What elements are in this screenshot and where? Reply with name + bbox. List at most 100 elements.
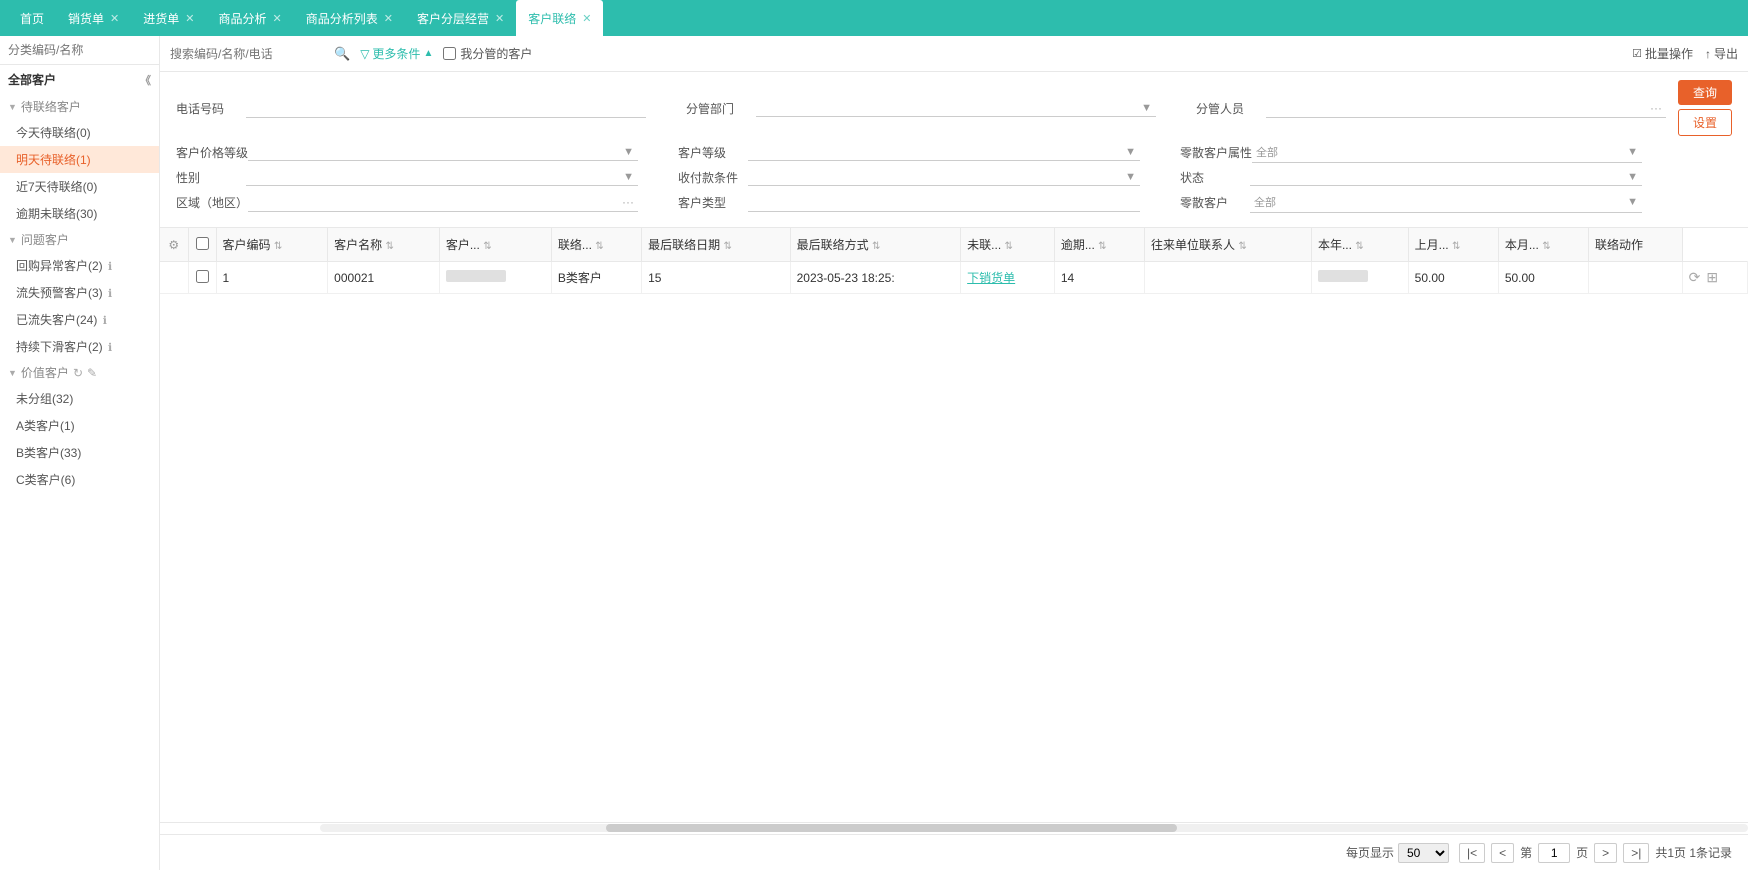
nav-customer-contact[interactable]: 客户联络 ✕ — [516, 0, 603, 36]
manager-input[interactable] — [1270, 101, 1646, 115]
status-select[interactable]: ▼ — [1250, 169, 1642, 186]
sidebar-item-declining[interactable]: 持续下滑客户(2) ℹ — [0, 333, 159, 360]
retail-customer-select[interactable]: 全部 ▼ — [1250, 192, 1642, 213]
chevron-down-icon: ▼ — [1627, 171, 1638, 183]
sidebar-item-today-contact[interactable]: 今天待联络(0) — [0, 119, 159, 146]
sort-icon[interactable]: ⇅ — [872, 241, 880, 252]
filter-cell-price-level: 客户价格等级 ▼ — [176, 144, 638, 161]
sidebar-item-a-class[interactable]: A类客户(1) — [0, 412, 159, 439]
phone-input[interactable] — [250, 101, 642, 115]
sidebar-item-ungrouped[interactable]: 未分组(32) — [0, 385, 159, 412]
gear-column-header[interactable]: ⚙ — [160, 228, 188, 262]
first-page-btn[interactable]: |< — [1459, 843, 1485, 863]
phone-label: 电话号码 — [176, 100, 246, 117]
row-checkbox[interactable] — [196, 270, 209, 283]
last-page-btn[interactable]: >| — [1623, 843, 1649, 863]
more-dots-icon[interactable]: ··· — [622, 195, 634, 209]
cell-last-month: 50.00 — [1498, 262, 1588, 294]
retail-attr-select[interactable]: 全部 ▼ — [1252, 142, 1642, 163]
settings-button[interactable]: 设置 — [1678, 109, 1732, 136]
col-customer-type: 客户... ⇅ — [439, 228, 551, 262]
main-layout: 🔍 全部客户 《 待联络客户 今天待联络(0) 明天待联络(1) 近7天待联络(… — [0, 36, 1748, 870]
cell-last-method: 下销货单 — [961, 262, 1055, 294]
row-checkbox-cell — [188, 262, 216, 294]
sort-icon[interactable]: ⇅ — [1452, 241, 1460, 252]
close-icon[interactable]: ✕ — [185, 12, 194, 25]
sidebar-item-tomorrow-contact[interactable]: 明天待联络(1) — [0, 146, 159, 173]
last-method-link[interactable]: 下销货单 — [967, 271, 1015, 285]
filter-cell-retail-customer: 零散客户 全部 ▼ — [1180, 192, 1642, 213]
sort-icon[interactable]: ⇅ — [483, 241, 491, 252]
table-footer: 每页显示 50 20 100 |< < 第 页 > >| 共1页 1条记录 — [160, 834, 1748, 870]
sidebar-item-b-class[interactable]: B类客户(33) — [0, 439, 159, 466]
sidebar-item-7days-contact[interactable]: 近7天待联络(0) — [0, 173, 159, 200]
sort-icon[interactable]: ⇅ — [1098, 241, 1106, 252]
customer-type-input[interactable] — [752, 195, 1136, 209]
search-input[interactable] — [170, 47, 330, 61]
nav-product-analysis[interactable]: 商品分析 ✕ — [206, 0, 293, 36]
checkbox-column-header[interactable] — [188, 228, 216, 262]
region-input[interactable] — [252, 195, 618, 209]
sidebar-item-churned[interactable]: 已流失客户(24) ℹ — [0, 306, 159, 333]
more-dots-icon[interactable]: ··· — [1650, 101, 1662, 115]
gender-select[interactable]: ▼ — [246, 169, 638, 186]
chevron-down-icon: ▼ — [623, 171, 634, 183]
cell-this-year: 50.00 — [1408, 262, 1498, 294]
nav-product-analysis-list[interactable]: 商品分析列表 ✕ — [294, 0, 405, 36]
close-icon[interactable]: ✕ — [273, 12, 282, 25]
horizontal-scroll — [160, 822, 1748, 834]
more-conditions-btn[interactable]: ▽ 更多条件 ▲ — [360, 45, 433, 62]
contact-action-icon[interactable]: ⟳ — [1689, 269, 1701, 286]
next-page-btn[interactable]: > — [1594, 843, 1617, 863]
info-icon: ℹ — [108, 288, 112, 300]
region-label: 区域（地区） — [176, 194, 248, 211]
nav-purchase-order[interactable]: 进货单 ✕ — [131, 0, 206, 36]
dept-select[interactable]: ▼ — [756, 100, 1156, 117]
sort-icon[interactable]: ⇅ — [274, 241, 282, 252]
chevron-down-icon: ▼ — [623, 146, 634, 158]
select-all-checkbox[interactable] — [196, 237, 209, 250]
search-icon[interactable]: 🔍 — [334, 46, 350, 62]
close-icon[interactable]: ✕ — [495, 12, 504, 25]
nav-sales-order[interactable]: 销货单 ✕ — [56, 0, 131, 36]
all-customers-label: 全部客户 — [8, 71, 56, 88]
sort-icon[interactable]: ⇅ — [723, 241, 731, 252]
payment-select[interactable]: ▼ — [748, 169, 1140, 186]
close-icon[interactable]: ✕ — [110, 12, 119, 25]
sort-icon[interactable]: ⇅ — [595, 241, 603, 252]
prev-page-btn[interactable]: < — [1491, 843, 1514, 863]
sort-icon[interactable]: ⇅ — [386, 241, 394, 252]
scroll-thumb[interactable] — [606, 824, 1177, 832]
price-level-select[interactable]: ▼ — [248, 144, 638, 161]
my-customers-checkbox[interactable] — [443, 47, 456, 60]
refresh-icon[interactable]: ↻ — [73, 366, 83, 380]
edit-icon[interactable]: ✎ — [87, 366, 97, 380]
more-action-icon[interactable]: ⊞ — [1706, 269, 1718, 286]
all-customers-header[interactable]: 全部客户 《 — [0, 65, 159, 94]
collapse-icon: 《 — [140, 72, 151, 88]
close-icon[interactable]: ✕ — [582, 12, 591, 25]
close-icon[interactable]: ✕ — [384, 12, 393, 25]
page-size-select[interactable]: 50 20 100 — [1398, 843, 1449, 863]
sidebar-item-repurchase-anomaly[interactable]: 回购异常客户(2) ℹ — [0, 252, 159, 279]
sidebar-item-churn-warning[interactable]: 流失预警客户(3) ℹ — [0, 279, 159, 306]
export-btn[interactable]: ↑ 导出 — [1705, 45, 1738, 62]
my-customers-filter: 我分管的客户 — [443, 45, 532, 62]
col-unlinking: 未联... ⇅ — [961, 228, 1055, 262]
page-input[interactable] — [1538, 843, 1570, 863]
sidebar-item-overdue-contact[interactable]: 逾期未联络(30) — [0, 200, 159, 227]
sidebar-item-c-class[interactable]: C类客户(6) — [0, 466, 159, 493]
sort-icon[interactable]: ⇅ — [1355, 241, 1363, 252]
bulk-ops-btn[interactable]: ☑ 批量操作 — [1632, 45, 1693, 62]
sort-icon[interactable]: ⇅ — [1542, 241, 1550, 252]
filter-bar: 🔍 ▽ 更多条件 ▲ 我分管的客户 ☑ 批量操作 ↑ 导出 — [160, 36, 1748, 72]
nav-customer-stratification[interactable]: 客户分层经营 ✕ — [405, 0, 516, 36]
nav-home[interactable]: 首页 — [8, 0, 56, 36]
sort-icon[interactable]: ⇅ — [1005, 241, 1013, 252]
sidebar-search-input[interactable] — [8, 43, 160, 57]
sidebar-pending-group: 待联络客户 — [0, 94, 159, 119]
sort-icon[interactable]: ⇅ — [1238, 241, 1246, 252]
info-icon: ℹ — [108, 342, 112, 354]
customer-level-select[interactable]: ▼ — [748, 144, 1140, 161]
query-button[interactable]: 查询 — [1678, 80, 1732, 105]
